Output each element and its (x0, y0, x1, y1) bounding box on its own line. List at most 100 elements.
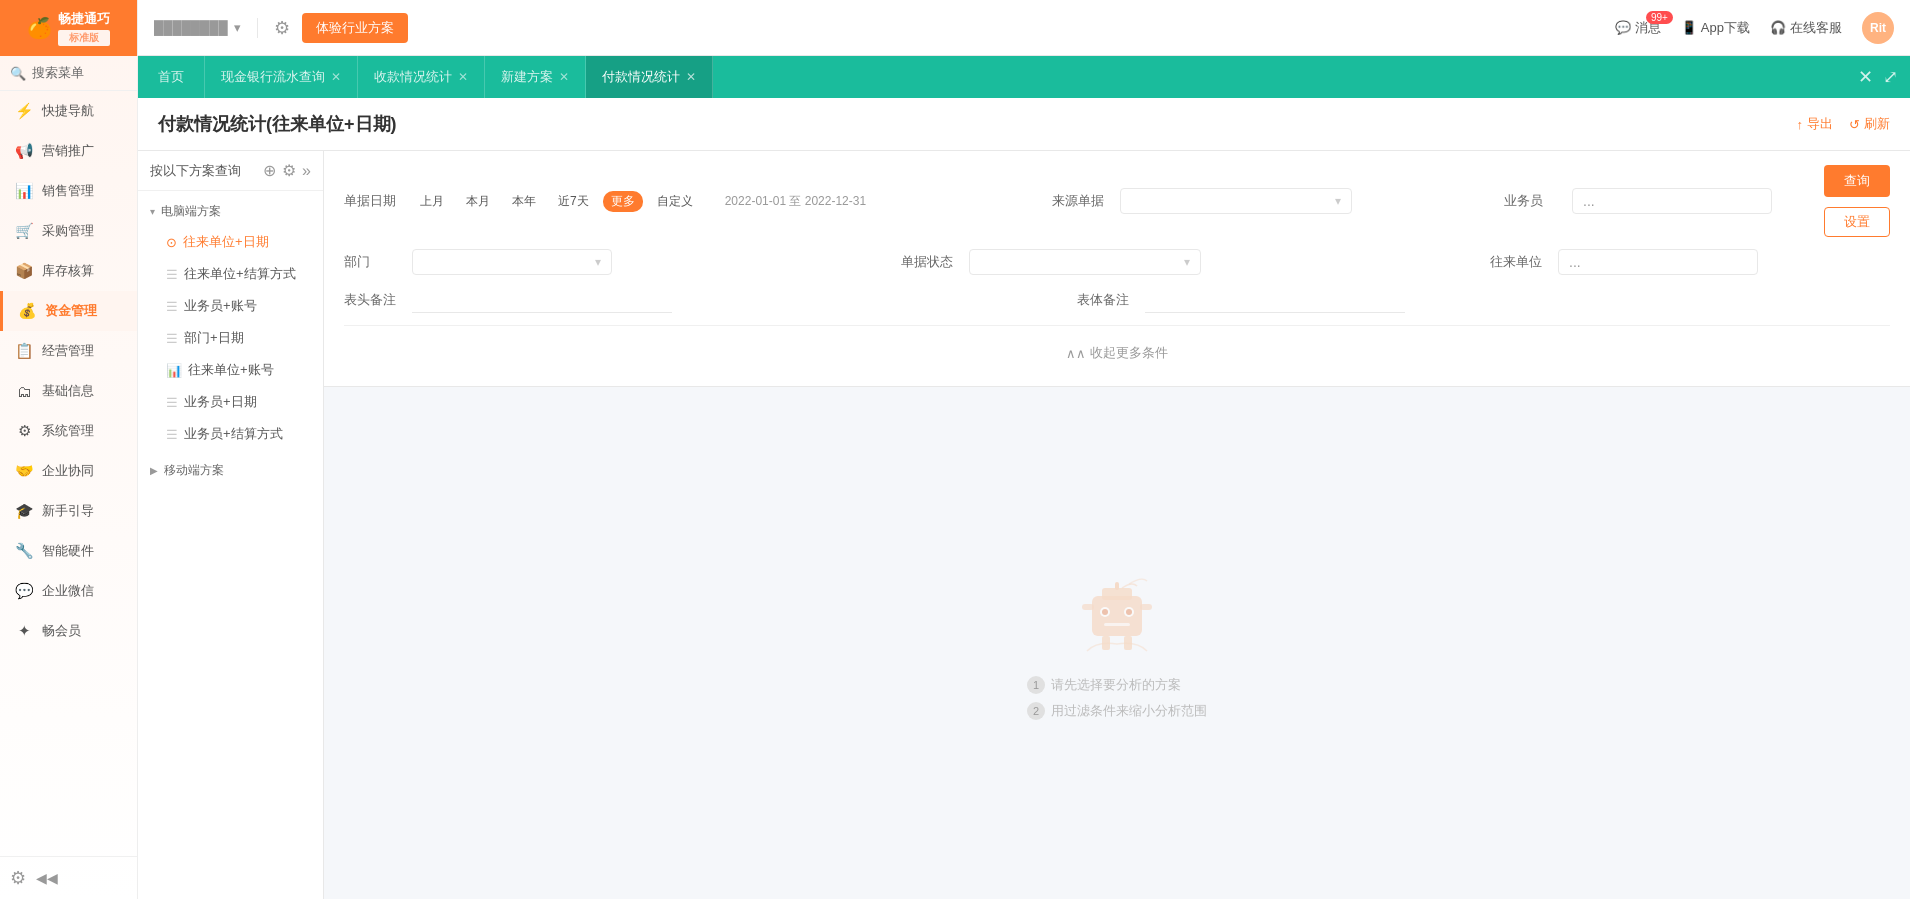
sidebar-item-finance[interactable]: 💰 资金管理 (0, 291, 137, 331)
scheme-item-staff-date[interactable]: ☰ 业务员+日期 (138, 386, 323, 418)
sidebar-item-purchase[interactable]: 🛒 采购管理 (0, 211, 137, 251)
date-label: 单据日期 (344, 192, 404, 210)
tab-payment-stats[interactable]: 付款情况统计 ✕ (586, 56, 713, 98)
notification-badge: 99+ (1646, 11, 1673, 24)
settings-bottom-icon[interactable]: ⚙ (10, 867, 26, 889)
search-menu[interactable]: 🔍 搜索菜单 (0, 56, 137, 91)
logo: 🍊 畅捷通巧 标准版 (0, 0, 137, 56)
sidebar-item-system[interactable]: ⚙ 系统管理 (0, 411, 137, 451)
tab-payment-stats-close[interactable]: ✕ (686, 70, 696, 84)
staff-label: 业务员 (1504, 192, 1564, 210)
topbar-divider (257, 18, 258, 38)
sidebar-label-cooperation: 企业协同 (42, 462, 94, 480)
scheme-item-partner-settlement[interactable]: ☰ 往来单位+结算方式 (138, 258, 323, 290)
scheme-add-icon[interactable]: ⊕ (263, 161, 276, 180)
company-dropdown-icon: ▾ (234, 20, 241, 35)
date-btn-this-month[interactable]: 本月 (458, 190, 498, 213)
purchase-icon: 🛒 (14, 221, 34, 241)
doc-status-arrow: ▾ (1184, 255, 1190, 269)
settings-btn[interactable]: 设置 (1824, 207, 1890, 237)
date-btn-last-7days[interactable]: 近7天 (550, 190, 597, 213)
sidebar-bottom: ⚙ ◀◀ (0, 856, 137, 899)
table-head-note-input[interactable] (412, 287, 672, 313)
empty-illustration (1067, 566, 1167, 666)
collapse-more-conditions-btn[interactable]: ∧∧ 收起更多条件 (344, 344, 1890, 362)
sidebar-item-member[interactable]: ✦ 畅会员 (0, 611, 137, 651)
company-selector[interactable]: ████████ ▾ (154, 20, 241, 35)
tab-bank-flow[interactable]: 现金银行流水查询 ✕ (205, 56, 358, 98)
online-service-item[interactable]: 🎧 在线客服 (1770, 19, 1842, 37)
desktop-section-label: 电脑端方案 (161, 203, 221, 220)
app-download-item[interactable]: 📱 App下载 (1681, 19, 1750, 37)
collapse-sidebar-icon[interactable]: ◀◀ (36, 870, 58, 886)
tab-bank-flow-close[interactable]: ✕ (331, 70, 341, 84)
sidebar-item-basic-info[interactable]: 🗂 基础信息 (0, 371, 137, 411)
sidebar-item-operation[interactable]: 📋 经营管理 (0, 331, 137, 371)
sidebar-item-wechat[interactable]: 💬 企业微信 (0, 571, 137, 611)
table-body-note-input[interactable] (1145, 287, 1405, 313)
hint-num-1: 1 (1027, 676, 1045, 694)
sidebar-item-inventory[interactable]: 📦 库存核算 (0, 251, 137, 291)
dept-select[interactable]: ▾ (412, 249, 612, 275)
sidebar-item-hardware[interactable]: 🔧 智能硬件 (0, 531, 137, 571)
export-btn[interactable]: ↑ 导出 (1797, 115, 1834, 133)
desktop-section-header[interactable]: ▾ 电脑端方案 (138, 197, 323, 226)
scheme-item-dept-date[interactable]: ☰ 部门+日期 (138, 322, 323, 354)
tab-receipt-stats[interactable]: 收款情况统计 ✕ (358, 56, 485, 98)
app-download-label: App下载 (1701, 19, 1750, 37)
trial-btn[interactable]: 体验行业方案 (302, 13, 408, 43)
tab-receipt-stats-close[interactable]: ✕ (458, 70, 468, 84)
system-icon: ⚙ (14, 421, 34, 441)
inventory-icon: 📦 (14, 261, 34, 281)
date-btn-this-year[interactable]: 本年 (504, 190, 544, 213)
page-title: 付款情况统计(往来单位+日期) (158, 112, 397, 136)
sidebar-label-purchase: 采购管理 (42, 222, 94, 240)
scheme-collapse-icon[interactable]: » (302, 162, 311, 180)
sidebar-item-marketing[interactable]: 📢 营销推广 (0, 131, 137, 171)
scheme-item-staff-account[interactable]: ☰ 业务员+账号 (138, 290, 323, 322)
partner-input[interactable]: ... (1558, 249, 1758, 275)
avatar-text: Rit (1870, 21, 1886, 35)
search-icon: 🔍 (10, 66, 26, 81)
wechat-icon: 💬 (14, 581, 34, 601)
doc-status-select[interactable]: ▾ (969, 249, 1201, 275)
date-btn-custom[interactable]: 自定义 (649, 190, 701, 213)
scheme-item-staff-settlement[interactable]: ☰ 业务员+结算方式 (138, 418, 323, 450)
sidebar-label-sales: 销售管理 (42, 182, 94, 200)
date-btn-last-month[interactable]: 上月 (412, 190, 452, 213)
tab-close-all-icon[interactable]: ✕ (1858, 66, 1873, 88)
sidebar-label-finance: 资金管理 (45, 302, 97, 320)
date-btn-more[interactable]: 更多 (603, 191, 643, 212)
refresh-btn[interactable]: ↺ 刷新 (1849, 115, 1890, 133)
tab-new-scheme-close[interactable]: ✕ (559, 70, 569, 84)
sidebar-item-sales[interactable]: 📊 销售管理 (0, 171, 137, 211)
topbar-settings-icon[interactable]: ⚙ (274, 17, 290, 39)
sidebar-item-quick-nav[interactable]: ⚡ 快捷导航 (0, 91, 137, 131)
scheme-dept-date-label: 部门+日期 (184, 329, 244, 347)
source-doc-label: 来源单据 (1052, 192, 1112, 210)
svg-point-6 (1126, 609, 1132, 615)
avatar[interactable]: Rit (1862, 12, 1894, 44)
scheme-settings-icon[interactable]: ⚙ (282, 161, 296, 180)
company-name: ████████ (154, 20, 228, 35)
sidebar-item-guide[interactable]: 🎓 新手引导 (0, 491, 137, 531)
staff-input[interactable]: ... (1572, 188, 1772, 214)
notification-item[interactable]: 💬 消息 99+ (1615, 19, 1661, 37)
topbar: ████████ ▾ ⚙ 体验行业方案 💬 消息 99+ 📱 App下载 🎧 在… (138, 0, 1910, 56)
tab-expand-icon[interactable]: ⤢ (1883, 66, 1898, 88)
tab-home-label: 首页 (158, 68, 184, 86)
doc-status-label: 单据状态 (901, 253, 961, 271)
tab-home[interactable]: 首页 (138, 56, 205, 98)
mobile-section-header[interactable]: ▶ 移动端方案 (138, 456, 323, 485)
headset-icon: 🎧 (1770, 20, 1786, 35)
desktop-arrow-icon: ▾ (150, 206, 155, 217)
scheme-staff-settlement-icon: ☰ (166, 427, 178, 442)
tab-new-scheme[interactable]: 新建方案 ✕ (485, 56, 586, 98)
sidebar-item-cooperation[interactable]: 🤝 企业协同 (0, 451, 137, 491)
scheme-sidebar-label: 按以下方案查询 (150, 162, 241, 180)
scheme-item-partner-date[interactable]: ⊙ 往来单位+日期 (138, 226, 323, 258)
query-btn[interactable]: 查询 (1824, 165, 1890, 197)
scheme-item-partner-account[interactable]: 📊 往来单位+账号 (138, 354, 323, 386)
source-doc-select[interactable]: ▾ (1120, 188, 1352, 214)
sidebar-label-marketing: 营销推广 (42, 142, 94, 160)
